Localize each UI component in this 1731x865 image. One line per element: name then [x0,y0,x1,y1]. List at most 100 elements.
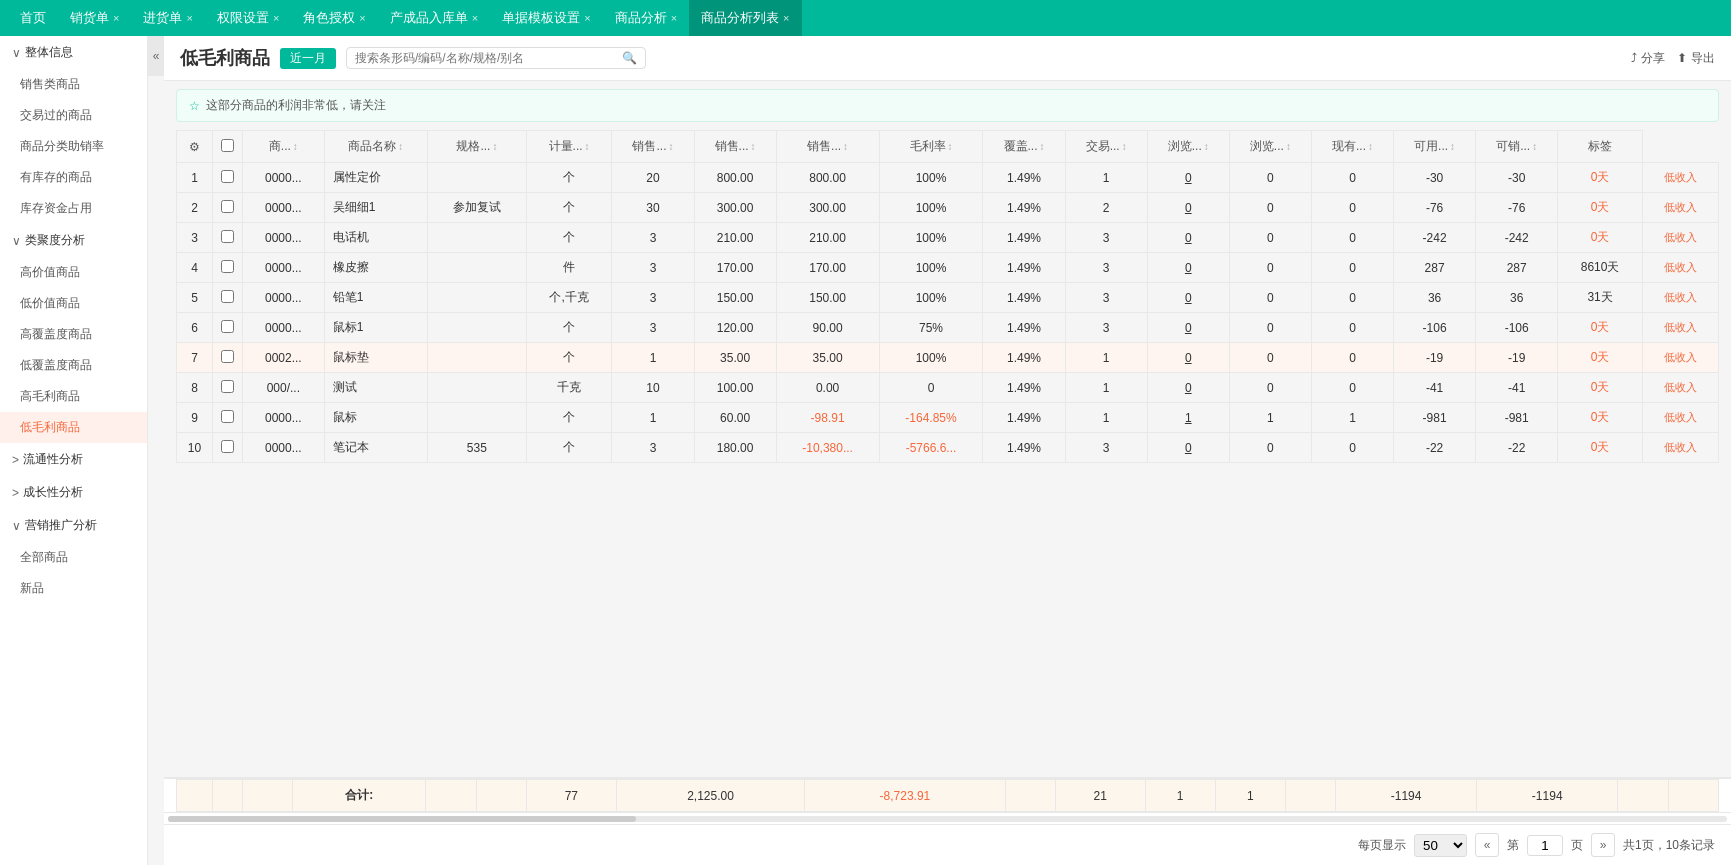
col-browse2[interactable]: 浏览...↕ [1229,131,1311,163]
col-gross-rate[interactable]: 毛利率↕ [879,131,983,163]
row-saleable: 0天 [1558,193,1643,223]
row-checkbox[interactable] [213,223,243,253]
close-icon[interactable]: × [273,12,279,24]
share-icon: ⤴ [1631,51,1637,65]
sidebar-item-low-value[interactable]: 低价值商品 [0,288,147,319]
sidebar-item-new-products[interactable]: 新品 [0,573,147,604]
sidebar-item-all-products[interactable]: 全部商品 [0,542,147,573]
row-trade[interactable]: 1 [1147,403,1229,433]
row-checkbox[interactable] [213,373,243,403]
row-avail: 36 [1476,283,1558,313]
row-select-checkbox[interactable] [221,170,234,183]
sidebar-item-high-margin[interactable]: 高毛利商品 [0,381,147,412]
nav-roles[interactable]: 角色授权 × [291,0,377,36]
row-checkbox[interactable] [213,403,243,433]
row-trade[interactable]: 0 [1147,433,1229,463]
col-spec[interactable]: 规格...↕ [427,131,526,163]
row-select-checkbox[interactable] [221,350,234,363]
col-sale-amount[interactable]: 销售...↕ [694,131,776,163]
col-unit[interactable]: 计量...↕ [526,131,612,163]
horizontal-scrollbar[interactable] [164,812,1731,824]
row-trade[interactable]: 0 [1147,313,1229,343]
sidebar-item-high-value[interactable]: 高价值商品 [0,257,147,288]
col-code[interactable]: 商...↕ [243,131,325,163]
close-icon[interactable]: × [783,12,789,24]
row-checkbox[interactable] [213,253,243,283]
nav-template-settings[interactable]: 单据模板设置 × [490,0,602,36]
col-browse1[interactable]: 浏览...↕ [1147,131,1229,163]
page-number-input[interactable] [1527,835,1563,856]
table-container[interactable]: ⚙ 商...↕ 商品名称↕ 规格...↕ 计量...↕ 销售...↕ 销售...… [164,130,1731,777]
row-select-checkbox[interactable] [221,410,234,423]
nav-home[interactable]: 首页 [8,0,58,36]
close-icon[interactable]: × [472,12,478,24]
select-all-checkbox[interactable] [221,139,234,152]
row-trade[interactable]: 0 [1147,223,1229,253]
row-checkbox[interactable] [213,343,243,373]
close-icon[interactable]: × [113,12,119,24]
date-range-tag[interactable]: 近一月 [280,48,336,69]
prev-page-button[interactable]: « [1475,833,1499,857]
row-select-checkbox[interactable] [221,380,234,393]
nav-product-analysis[interactable]: 商品分析 × [603,0,689,36]
row-select-checkbox[interactable] [221,200,234,213]
sidebar-item-traded-products[interactable]: 交易过的商品 [0,100,147,131]
search-input[interactable] [355,51,618,65]
row-checkbox[interactable] [213,193,243,223]
row-trade[interactable]: 0 [1147,283,1229,313]
sidebar-section-growth[interactable]: > 成长性分析 [0,476,147,509]
row-checkbox[interactable] [213,163,243,193]
col-sale-profit[interactable]: 销售...↕ [776,131,879,163]
nav-sales[interactable]: 销货单 × [58,0,131,36]
sidebar-item-stock-products[interactable]: 有库存的商品 [0,162,147,193]
row-checkbox[interactable] [213,283,243,313]
scrollbar-thumb[interactable] [168,816,636,822]
row-trade[interactable]: 0 [1147,253,1229,283]
row-trade[interactable]: 0 [1147,373,1229,403]
row-select-checkbox[interactable] [221,230,234,243]
nav-product-analysis-list[interactable]: 商品分析列表 × [689,0,801,36]
per-page-select[interactable]: 50 100 200 [1414,834,1467,857]
close-icon[interactable]: × [186,12,192,24]
search-icon[interactable]: 🔍 [622,51,637,65]
sidebar-item-low-margin[interactable]: 低毛利商品 [0,412,147,443]
col-checkbox[interactable] [213,131,243,163]
sidebar-item-sales-products[interactable]: 销售类商品 [0,69,147,100]
row-select-checkbox[interactable] [221,260,234,273]
nav-permissions[interactable]: 权限设置 × [205,0,291,36]
sidebar-item-high-coverage[interactable]: 高覆盖度商品 [0,319,147,350]
close-icon[interactable]: × [584,12,590,24]
col-sale-qty[interactable]: 销售...↕ [612,131,694,163]
close-icon[interactable]: × [671,12,677,24]
sidebar-item-stock-capital[interactable]: 库存资金占用 [0,193,147,224]
sidebar-section-cluster[interactable]: ∨ 类聚度分析 [0,224,147,257]
next-page-button[interactable]: » [1591,833,1615,857]
sidebar-section-marketing[interactable]: ∨ 营销推广分析 [0,509,147,542]
col-settings[interactable]: ⚙ [177,131,213,163]
row-trade[interactable]: 0 [1147,193,1229,223]
col-trade[interactable]: 交易...↕ [1065,131,1147,163]
share-button[interactable]: ⤴ 分享 [1631,50,1665,67]
col-avail[interactable]: 可用...↕ [1394,131,1476,163]
row-checkbox[interactable] [213,313,243,343]
nav-finished-goods[interactable]: 产成品入库单 × [378,0,490,36]
close-icon[interactable]: × [359,12,365,24]
row-select-checkbox[interactable] [221,320,234,333]
nav-purchase[interactable]: 进货单 × [131,0,204,36]
row-trade[interactable]: 0 [1147,163,1229,193]
col-name[interactable]: 商品名称↕ [324,131,427,163]
col-saleable[interactable]: 可销...↕ [1476,131,1558,163]
row-select-checkbox[interactable] [221,290,234,303]
row-trade[interactable]: 0 [1147,343,1229,373]
sidebar-item-category-sales-rate[interactable]: 商品分类助销率 [0,131,147,162]
sidebar-item-low-coverage[interactable]: 低覆盖度商品 [0,350,147,381]
row-checkbox[interactable] [213,433,243,463]
row-select-checkbox[interactable] [221,440,234,453]
col-coverage[interactable]: 覆盖...↕ [983,131,1065,163]
col-stock[interactable]: 现有...↕ [1311,131,1393,163]
sidebar-collapse-button[interactable]: « [148,36,164,76]
sidebar-section-overview[interactable]: ∨ 整体信息 [0,36,147,69]
export-button[interactable]: ⬆ 导出 [1677,50,1715,67]
footer-saleable-cell [1618,780,1668,812]
sidebar-section-circulation[interactable]: > 流通性分析 [0,443,147,476]
